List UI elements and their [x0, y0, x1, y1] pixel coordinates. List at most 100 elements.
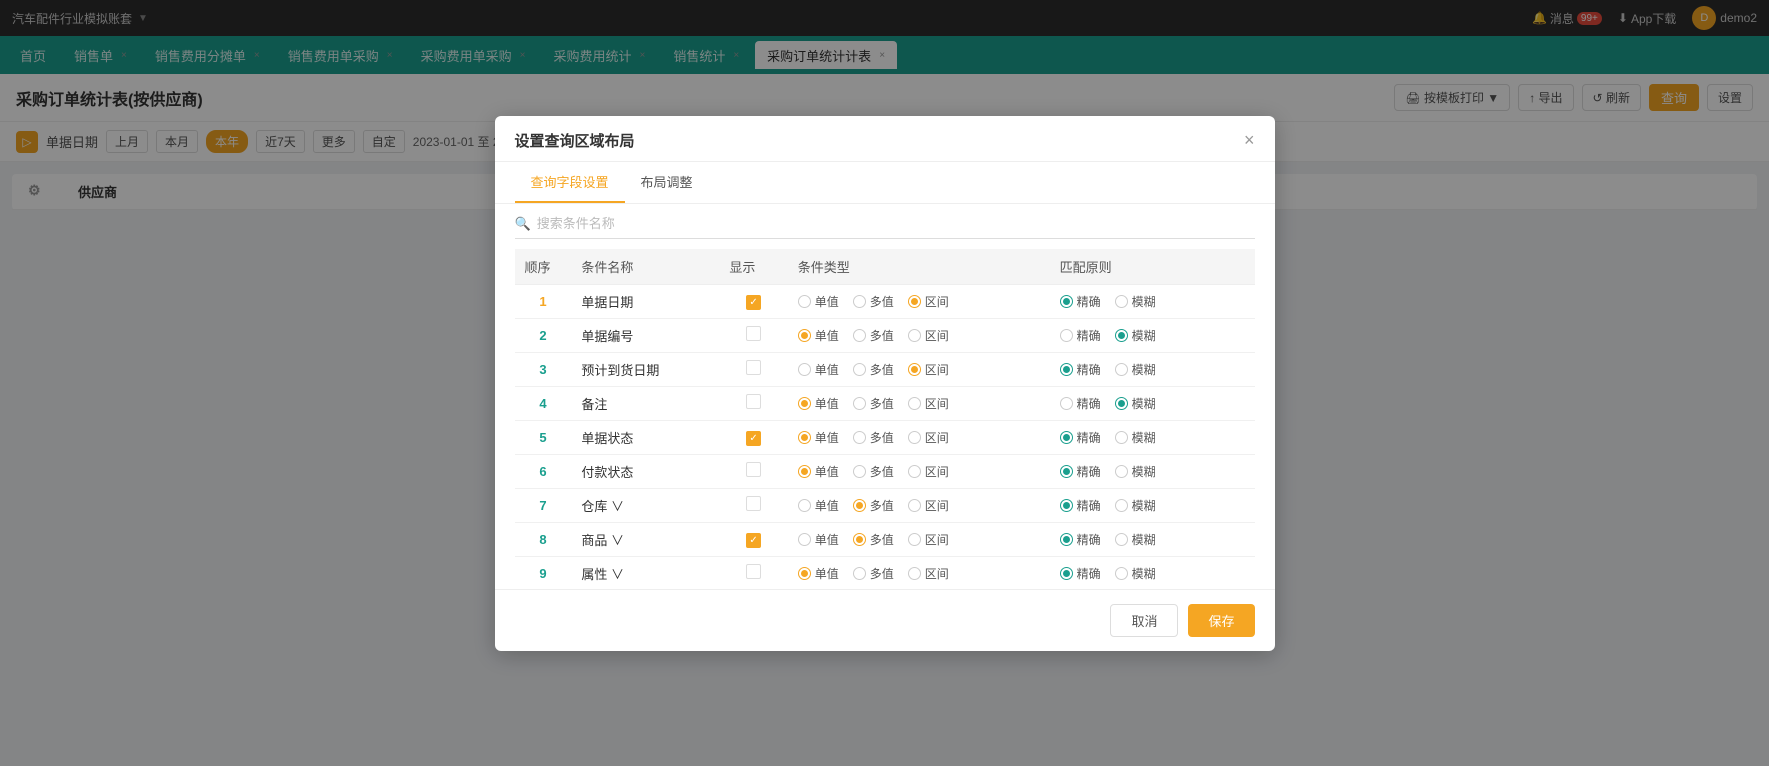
radio-match-模糊[interactable]: 模糊: [1115, 463, 1156, 480]
radio-circle: [1115, 329, 1128, 342]
checkbox[interactable]: [746, 496, 761, 511]
row-show-checkbox[interactable]: ✓: [719, 420, 787, 454]
row-match-radios: 精确模糊: [1050, 488, 1255, 522]
radio-match-模糊[interactable]: 模糊: [1115, 565, 1156, 582]
checkbox[interactable]: [746, 394, 761, 409]
radio-circle: [798, 329, 811, 342]
radio-type-单值[interactable]: 单值: [798, 293, 839, 310]
radio-match-模糊[interactable]: 模糊: [1115, 497, 1156, 514]
radio-type-多值[interactable]: 多值: [853, 327, 894, 344]
radio-circle: [1115, 567, 1128, 580]
cancel-button[interactable]: 取消: [1110, 604, 1178, 637]
radio-type-区间[interactable]: 区间: [908, 293, 949, 310]
radio-type-多值[interactable]: 多值: [853, 395, 894, 412]
modal-close-button[interactable]: ×: [1244, 131, 1255, 149]
row-order: 5: [515, 420, 572, 454]
checkbox[interactable]: [746, 326, 761, 341]
radio-type-多值[interactable]: 多值: [853, 565, 894, 582]
radio-type-区间[interactable]: 区间: [908, 463, 949, 480]
conditions-table-scroll[interactable]: 顺序 条件名称 显示 条件类型 匹配原则 1单据日期✓单值多值区间精确模糊2单据…: [515, 249, 1255, 589]
table-row: 6付款状态单值多值区间精确模糊: [515, 454, 1255, 488]
condition-search-input[interactable]: [537, 216, 737, 231]
radio-match-精确[interactable]: 精确: [1060, 565, 1101, 582]
modal-tab-layout[interactable]: 布局调整: [625, 162, 709, 203]
row-type-radios: 单值多值区间: [788, 352, 1050, 386]
radio-match-精确[interactable]: 精确: [1060, 531, 1101, 548]
conditions-table-body: 1单据日期✓单值多值区间精确模糊2单据编号单值多值区间精确模糊3预计到货日期单值…: [515, 284, 1255, 589]
radio-type-多值[interactable]: 多值: [853, 429, 894, 446]
radio-type-单值[interactable]: 单值: [798, 463, 839, 480]
row-show-checkbox[interactable]: [719, 556, 787, 589]
radio-type-单值[interactable]: 单值: [798, 565, 839, 582]
row-show-checkbox[interactable]: ✓: [719, 522, 787, 556]
save-button[interactable]: 保存: [1188, 604, 1254, 637]
radio-type-多值[interactable]: 多值: [853, 531, 894, 548]
radio-match-精确[interactable]: 精确: [1060, 497, 1101, 514]
row-match-radios: 精确模糊: [1050, 556, 1255, 589]
radio-match-模糊[interactable]: 模糊: [1115, 361, 1156, 378]
row-show-checkbox[interactable]: [719, 488, 787, 522]
radio-type-区间[interactable]: 区间: [908, 361, 949, 378]
radio-type-单值[interactable]: 单值: [798, 497, 839, 514]
radio-type-区间[interactable]: 区间: [908, 395, 949, 412]
th-order: 顺序: [515, 249, 572, 285]
row-show-checkbox[interactable]: ✓: [719, 284, 787, 318]
row-show-checkbox[interactable]: [719, 318, 787, 352]
table-row: 9属性 ∨单值多值区间精确模糊: [515, 556, 1255, 589]
table-row: 1单据日期✓单值多值区间精确模糊: [515, 284, 1255, 318]
table-row: 7仓库 ∨单值多值区间精确模糊: [515, 488, 1255, 522]
row-order: 8: [515, 522, 572, 556]
row-order: 3: [515, 352, 572, 386]
radio-type-多值[interactable]: 多值: [853, 497, 894, 514]
row-match-radios: 精确模糊: [1050, 318, 1255, 352]
row-show-checkbox[interactable]: [719, 454, 787, 488]
radio-type-单值[interactable]: 单值: [798, 531, 839, 548]
row-show-checkbox[interactable]: [719, 352, 787, 386]
modal-tab-query-fields[interactable]: 查询字段设置: [515, 162, 625, 203]
radio-type-区间[interactable]: 区间: [908, 327, 949, 344]
radio-circle: [1115, 295, 1128, 308]
radio-match-模糊[interactable]: 模糊: [1115, 327, 1156, 344]
radio-type-区间[interactable]: 区间: [908, 429, 949, 446]
radio-match-精确[interactable]: 精确: [1060, 463, 1101, 480]
radio-match-精确[interactable]: 精确: [1060, 361, 1101, 378]
radio-match-模糊[interactable]: 模糊: [1115, 531, 1156, 548]
radio-circle: [798, 431, 811, 444]
radio-type-多值[interactable]: 多值: [853, 463, 894, 480]
radio-type-单值[interactable]: 单值: [798, 327, 839, 344]
row-match-radios: 精确模糊: [1050, 352, 1255, 386]
radio-circle: [908, 499, 921, 512]
radio-type-区间[interactable]: 区间: [908, 531, 949, 548]
radio-match-精确[interactable]: 精确: [1060, 327, 1101, 344]
radio-type-区间[interactable]: 区间: [908, 565, 949, 582]
radio-type-单值[interactable]: 单值: [798, 429, 839, 446]
checkbox[interactable]: [746, 360, 761, 375]
row-match-radios: 精确模糊: [1050, 386, 1255, 420]
radio-type-单值[interactable]: 单值: [798, 361, 839, 378]
checkbox[interactable]: ✓: [746, 533, 761, 548]
radio-match-精确[interactable]: 精确: [1060, 429, 1101, 446]
radio-type-单值[interactable]: 单值: [798, 395, 839, 412]
checkbox[interactable]: [746, 462, 761, 477]
row-type-radios: 单值多值区间: [788, 386, 1050, 420]
radio-circle: [1060, 499, 1073, 512]
radio-circle: [853, 499, 866, 512]
radio-circle: [798, 533, 811, 546]
radio-circle: [853, 465, 866, 478]
radio-type-多值[interactable]: 多值: [853, 361, 894, 378]
radio-circle: [1115, 431, 1128, 444]
radio-circle: [853, 363, 866, 376]
checkbox[interactable]: [746, 564, 761, 579]
radio-match-精确[interactable]: 精确: [1060, 293, 1101, 310]
radio-match-精确[interactable]: 精确: [1060, 395, 1101, 412]
row-show-checkbox[interactable]: [719, 386, 787, 420]
radio-type-多值[interactable]: 多值: [853, 293, 894, 310]
radio-match-模糊[interactable]: 模糊: [1115, 293, 1156, 310]
checkbox[interactable]: ✓: [746, 431, 761, 446]
radio-type-区间[interactable]: 区间: [908, 497, 949, 514]
radio-match-模糊[interactable]: 模糊: [1115, 395, 1156, 412]
row-type-radios: 单值多值区间: [788, 522, 1050, 556]
radio-match-模糊[interactable]: 模糊: [1115, 429, 1156, 446]
modal-overlay[interactable]: 设置查询区域布局 × 查询字段设置 布局调整 🔍 顺序 条件名称: [0, 0, 1769, 766]
checkbox[interactable]: ✓: [746, 295, 761, 310]
